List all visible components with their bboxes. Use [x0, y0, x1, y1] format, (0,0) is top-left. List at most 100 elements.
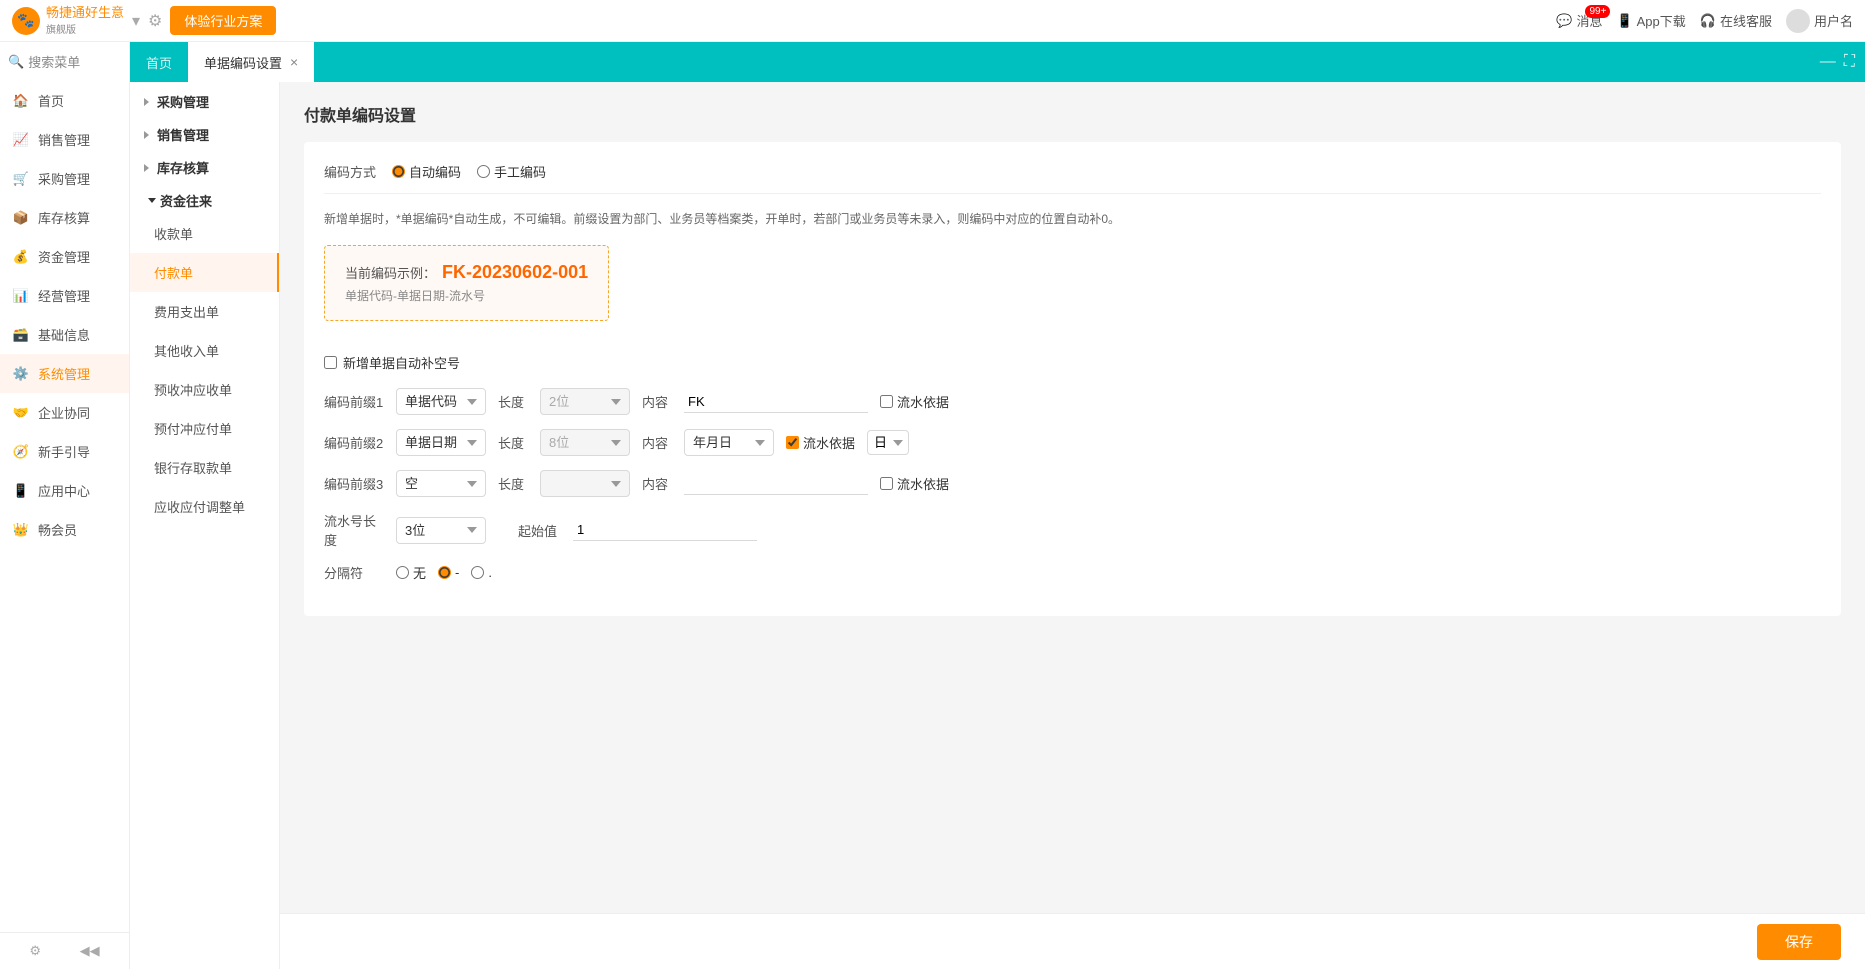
message-btn[interactable]: 💬 消息 99+ — [1556, 11, 1602, 30]
home-icon: 🏠 — [12, 92, 30, 110]
sidebar-item-member-label: 畅会员 — [38, 520, 77, 539]
prefix3-length-select[interactable] — [540, 470, 630, 497]
encoding-method-label: 编码方式 — [324, 162, 376, 181]
user-avatar — [1786, 9, 1810, 33]
sidebar-item-apps[interactable]: 📱 应用中心 — [0, 471, 129, 510]
service-btn[interactable]: 🎧 在线客服 — [1700, 11, 1772, 30]
sub-nav-item-other-income[interactable]: 其他收入单 — [130, 331, 279, 370]
download-btn[interactable]: 📱 App下载 — [1616, 11, 1685, 30]
sub-nav-group-sales-label: 销售管理 — [157, 125, 209, 144]
sidebar-item-enterprise[interactable]: 🤝 企业协同 — [0, 393, 129, 432]
auto-code-input[interactable] — [392, 165, 405, 178]
topbar-right: 💬 消息 99+ 📱 App下载 🎧 在线客服 用户名 — [1556, 9, 1853, 33]
service-label: 在线客服 — [1720, 11, 1772, 30]
manual-code-radio[interactable]: 手工编码 — [477, 162, 546, 181]
tab-code-settings[interactable]: 单据编码设置 × — [188, 42, 314, 82]
tab-close-icon[interactable]: × — [290, 54, 298, 70]
prefix1-row: 编码前缀1 单据代码 长度 2位 内容 — [324, 388, 1821, 415]
sidebar-item-home-label: 首页 — [38, 91, 64, 110]
collapse-icon[interactable]: ◀◀ — [80, 943, 100, 959]
prefix2-content-select[interactable]: 年月日 — [684, 429, 774, 456]
system-icon: ⚙️ — [12, 365, 30, 383]
separator-dash-radio[interactable]: - — [438, 565, 459, 580]
expand-icon[interactable]: ▾ — [132, 11, 140, 31]
sidebar-item-purchase[interactable]: 🛒 采购管理 — [0, 159, 129, 198]
separator-none-radio[interactable]: 无 — [396, 563, 426, 582]
payment-label: 付款单 — [154, 263, 193, 282]
sidebar-item-basic[interactable]: 🗃️ 基础信息 — [0, 315, 129, 354]
settings-bottom-icon[interactable]: ⚙ — [29, 943, 41, 959]
prefix1-length-select[interactable]: 2位 — [540, 388, 630, 415]
auto-code-radio[interactable]: 自动编码 — [392, 162, 461, 181]
prefix3-select[interactable]: 空 — [396, 470, 486, 497]
brand: 🐾 畅捷通好生意 旗舰版 — [12, 5, 124, 36]
tab-expand-btn[interactable]: ⛶ — [1844, 53, 1855, 71]
sub-nav-group-purchase-label: 采购管理 — [157, 92, 209, 111]
prefix3-cascade[interactable]: 流水依据 — [880, 474, 949, 493]
save-button[interactable]: 保存 — [1757, 924, 1841, 960]
tab-home[interactable]: 首页 — [130, 42, 188, 82]
prefix1-cascade[interactable]: 流水依据 — [880, 392, 949, 411]
prefix2-length-select[interactable]: 8位 — [540, 429, 630, 456]
sidebar-item-home[interactable]: 🏠 首页 — [0, 81, 129, 120]
serial-length-select[interactable]: 3位 — [396, 517, 486, 544]
sidebar-item-finance[interactable]: 💰 资金管理 — [0, 237, 129, 276]
prefix2-cascade[interactable]: 流水依据 — [786, 433, 855, 452]
prefix2-cascade-checkbox[interactable] — [786, 436, 799, 449]
search-icon: 🔍 — [8, 54, 24, 70]
sub-nav-group-sales[interactable]: 销售管理 — [130, 115, 279, 148]
prefix3-cascade-label: 流水依据 — [897, 474, 949, 493]
auto-code-label: 自动编码 — [409, 162, 461, 181]
sub-nav-group-purchase[interactable]: 采购管理 — [130, 82, 279, 115]
sub-nav-group-finance[interactable]: 资金往来 — [130, 181, 279, 214]
prefix3-content-input[interactable] — [684, 473, 868, 495]
separator-none-input[interactable] — [396, 566, 409, 579]
start-value-label: 起始值 — [518, 521, 557, 540]
separator-dash-input[interactable] — [438, 566, 451, 579]
sidebar-search[interactable]: 🔍 搜索菜单 — [0, 42, 129, 81]
sidebar-item-inventory[interactable]: 📦 库存核算 — [0, 198, 129, 237]
sub-nav-item-prepaid-payable[interactable]: 预付冲应付单 — [130, 409, 279, 448]
industry-btn[interactable]: 体验行业方案 — [170, 6, 276, 35]
settings-icon[interactable]: ⚙ — [148, 11, 162, 31]
manual-code-input[interactable] — [477, 165, 490, 178]
apps-icon: 📱 — [12, 482, 30, 500]
user-btn[interactable]: 用户名 — [1786, 9, 1853, 33]
basic-icon: 🗃️ — [12, 326, 30, 344]
manual-code-label: 手工编码 — [494, 162, 546, 181]
auto-fill-checkbox[interactable] — [324, 356, 337, 369]
prefix2-select[interactable]: 单据日期 — [396, 429, 486, 456]
sidebar-item-guide[interactable]: 🧭 新手引导 — [0, 432, 129, 471]
separator-dot-radio[interactable]: . — [471, 565, 492, 580]
prefix2-label: 编码前缀2 — [324, 433, 384, 452]
sidebar-item-system[interactable]: ⚙️ 系统管理 — [0, 354, 129, 393]
sidebar-item-finance-label: 资金管理 — [38, 247, 90, 266]
sub-nav-item-expense[interactable]: 费用支出单 — [130, 292, 279, 331]
sub-nav-item-bank-deposit[interactable]: 银行存取款单 — [130, 448, 279, 487]
sub-nav-item-receipt[interactable]: 收款单 — [130, 214, 279, 253]
separator-dash-label: - — [455, 565, 459, 580]
separator-dot-input[interactable] — [471, 566, 484, 579]
separator-none-label: 无 — [413, 563, 426, 582]
sub-nav-group-inventory[interactable]: 库存核算 — [130, 148, 279, 181]
brand-name: 畅捷通好生意 — [46, 5, 124, 21]
sidebar-item-inventory-label: 库存核算 — [38, 208, 90, 227]
prefix3-cascade-checkbox[interactable] — [880, 477, 893, 490]
finance-group-arrow — [148, 198, 156, 203]
sub-nav-item-payment[interactable]: 付款单 — [130, 253, 279, 292]
prefix1-select[interactable]: 单据代码 — [396, 388, 486, 415]
sidebar-item-member[interactable]: 👑 畅会员 — [0, 510, 129, 549]
sub-nav-item-ar-ap-adjust[interactable]: 应收应付调整单 — [130, 487, 279, 526]
encoding-method-row: 编码方式 自动编码 手工编码 — [324, 162, 1821, 194]
tab-minimize-btn[interactable]: — — [1820, 53, 1836, 71]
sidebar-item-sales[interactable]: 📈 销售管理 — [0, 120, 129, 159]
receipt-label: 收款单 — [154, 224, 193, 243]
prefix1-cascade-checkbox[interactable] — [880, 395, 893, 408]
prefix1-content-input[interactable] — [684, 391, 868, 413]
guide-icon: 🧭 — [12, 443, 30, 461]
sub-nav-item-prepaid-receivable[interactable]: 预收冲应收单 — [130, 370, 279, 409]
prefix2-cascade-unit-select[interactable]: 日 月 年 — [867, 430, 909, 455]
start-value-input[interactable] — [573, 519, 757, 541]
sidebar-item-operations[interactable]: 📊 经营管理 — [0, 276, 129, 315]
content-area: 首页 单据编码设置 × — ⛶ 采购管理 销售管理 — [130, 42, 1865, 969]
